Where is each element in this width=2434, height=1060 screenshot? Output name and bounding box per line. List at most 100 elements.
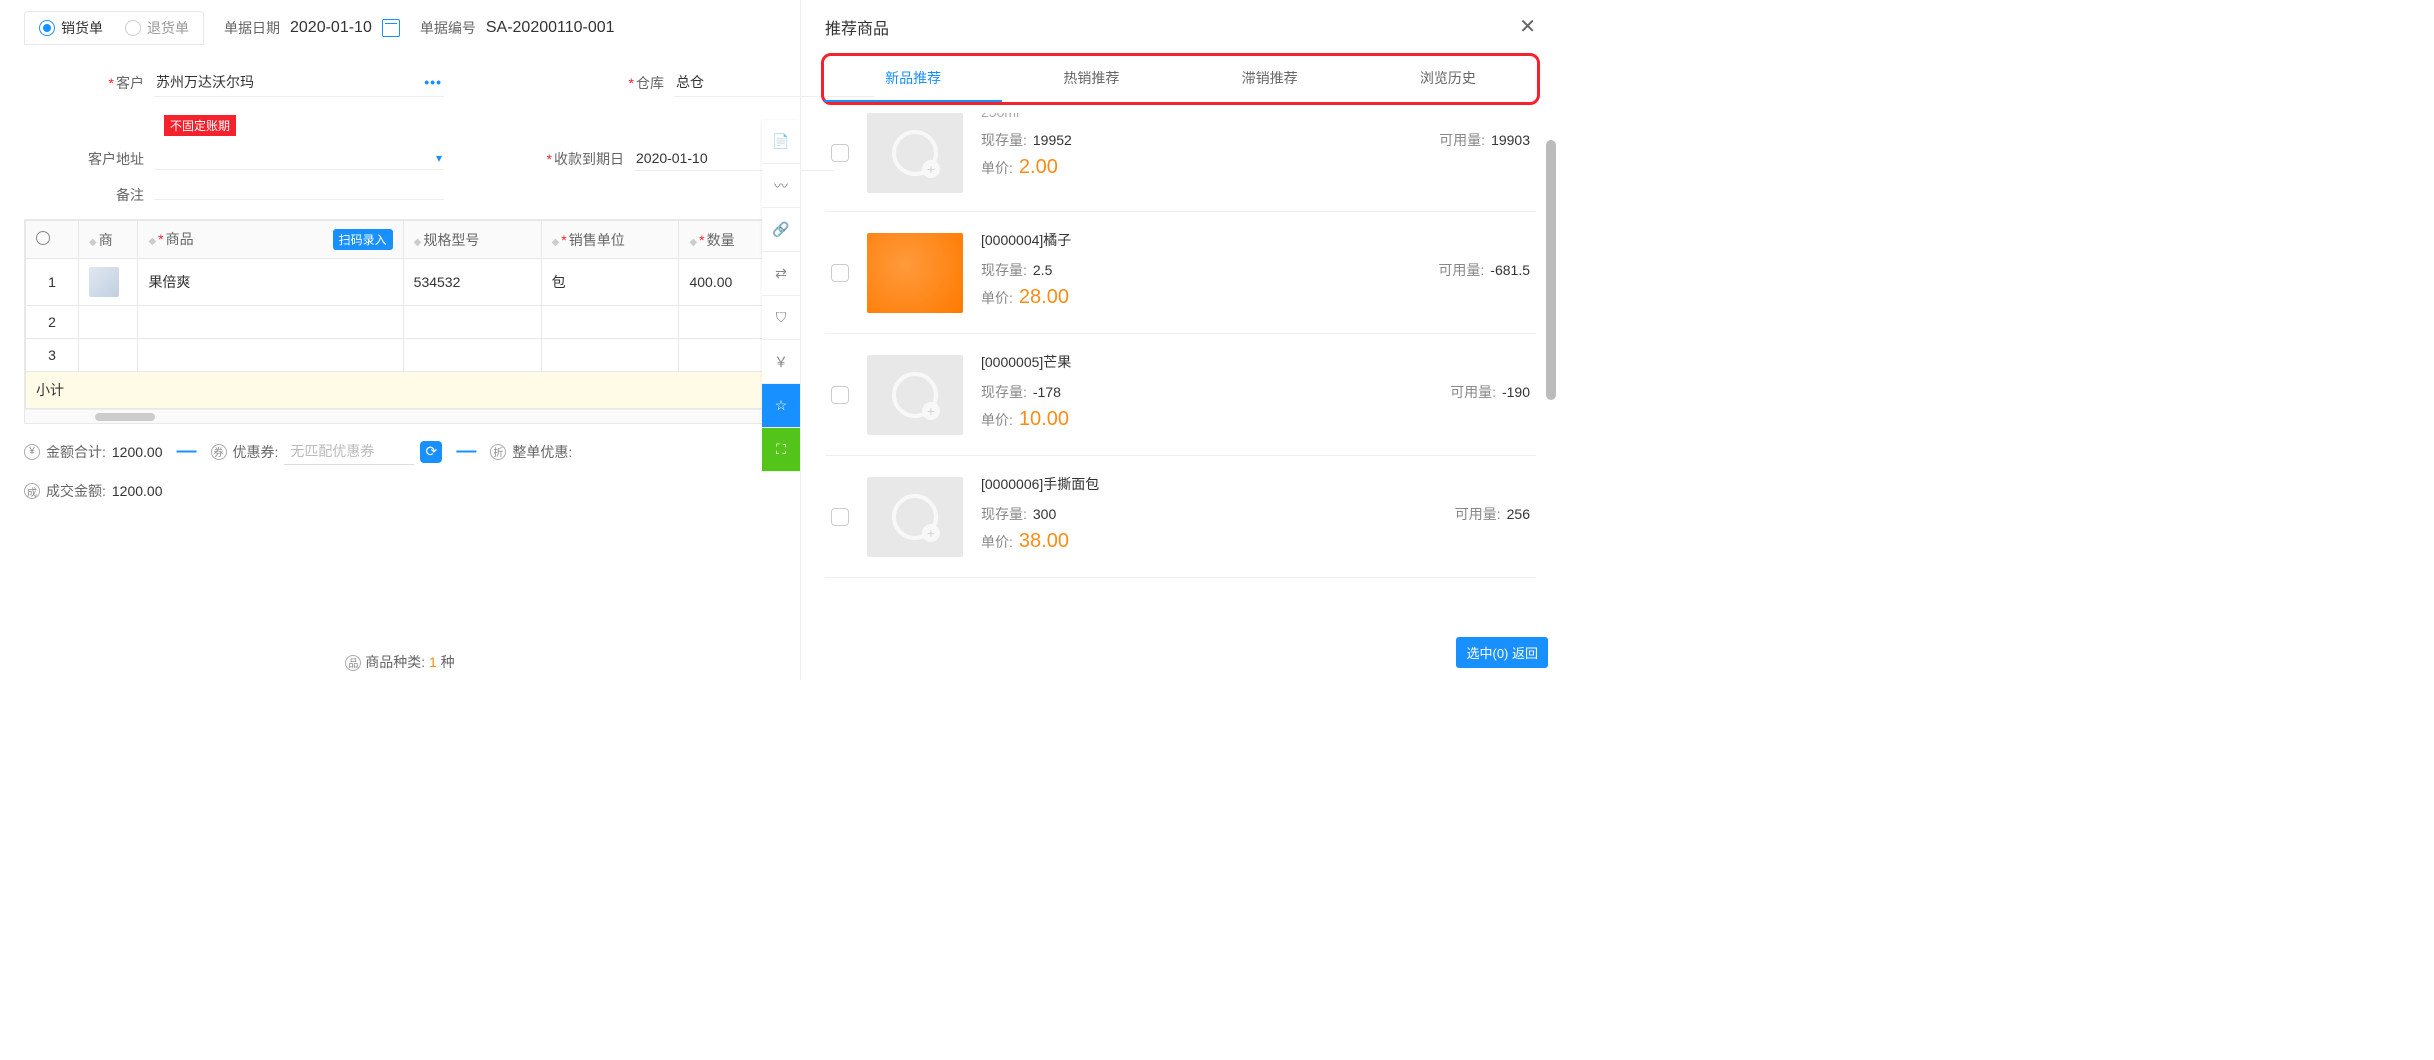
- list-item: [0000006]手撕面包 现存量:300可用量:256 单价:38.00: [825, 456, 1536, 578]
- cell-unit[interactable]: 包: [541, 259, 679, 306]
- chevron-down-icon[interactable]: ▾: [436, 151, 442, 165]
- minus-icon: —: [456, 440, 476, 463]
- shield-icon[interactable]: ⛉: [762, 296, 800, 340]
- kind-label: 商品种类:: [365, 654, 425, 670]
- warehouse-label: 仓库: [636, 75, 664, 91]
- addr-input[interactable]: ▾: [154, 147, 444, 170]
- amount-value: 1200.00: [112, 444, 163, 460]
- tab-sales[interactable]: 销货单: [39, 18, 103, 38]
- link-icon[interactable]: 🔗: [762, 208, 800, 252]
- cell-product[interactable]: 果倍爽: [138, 259, 403, 306]
- customer-value: 苏州万达沃尔玛: [156, 72, 254, 92]
- note-icon[interactable]: 📄: [762, 120, 800, 164]
- doc-no-field: 单据编号 SA-20200110-001: [420, 18, 615, 38]
- select-return-button[interactable]: 选中(0) 返回: [1456, 637, 1548, 668]
- tab-hot[interactable]: 热销推荐: [1002, 56, 1180, 102]
- doc-type-tabs: 销货单 退货单: [24, 11, 204, 45]
- tab-history[interactable]: 浏览历史: [1359, 56, 1537, 102]
- deal-icon: 成: [24, 483, 40, 499]
- doc-date-field: 单据日期 2020-01-10: [224, 18, 400, 38]
- kind-icon: 品: [345, 655, 361, 671]
- item-price: 38.00: [1019, 530, 1069, 552]
- gear-icon: [36, 231, 50, 245]
- product-image: [867, 477, 963, 557]
- recommend-panel: 推荐商品 ✕ 新品推荐 热销推荐 滞销推荐 浏览历史 250ml 现存量:199…: [800, 0, 1560, 680]
- kind-value: 1: [429, 654, 437, 670]
- coupon-input[interactable]: 无匹配优惠券: [284, 438, 414, 465]
- col-spec[interactable]: ◆规格型号: [403, 221, 541, 259]
- tab-sales-label: 销货单: [61, 18, 103, 38]
- recommend-tabs-highlight: 新品推荐 热销推荐 滞销推荐 浏览历史: [821, 53, 1540, 105]
- col-gear[interactable]: [26, 221, 79, 259]
- col-product[interactable]: ◆*商品扫码录入: [138, 221, 403, 259]
- item-price: 10.00: [1019, 408, 1069, 430]
- col-unit[interactable]: ◆*销售单位: [541, 221, 679, 259]
- refresh-icon[interactable]: ⟳: [420, 441, 442, 463]
- currency-icon[interactable]: ￥: [762, 340, 800, 384]
- amount-label: 金额合计:: [46, 442, 106, 462]
- tab-return[interactable]: 退货单: [125, 18, 189, 38]
- main-form: *客户 苏州万达沃尔玛••• *仓库 总仓 不固定账期 客户地址 ▾ *收款到期…: [24, 68, 776, 205]
- item-checkbox[interactable]: [831, 508, 849, 526]
- item-price: 28.00: [1019, 286, 1069, 308]
- tab-return-label: 退货单: [147, 18, 189, 38]
- customer-input[interactable]: 苏州万达沃尔玛 •••: [154, 68, 444, 97]
- items-grid: ◆商 ◆*商品扫码录入 ◆规格型号 ◆*销售单位 ◆*数量 1 果倍爽 5345…: [24, 219, 776, 424]
- tab-slow[interactable]: 滞销推荐: [1181, 56, 1359, 102]
- doc-no-label: 单据编号: [420, 18, 476, 38]
- item-name: 250ml: [981, 113, 1530, 120]
- coupon-icon: 券: [211, 444, 227, 460]
- subtotal-row: 小计: [26, 372, 775, 409]
- deal-label: 成交金额:: [46, 481, 106, 501]
- doc-date-label: 单据日期: [224, 18, 280, 38]
- tab-new[interactable]: 新品推荐: [824, 56, 1002, 102]
- side-toolbar: 📄 〰 🔗 ⇄ ⛉ ￥ ☆ ⛶: [762, 120, 800, 472]
- customer-label: 客户: [116, 75, 144, 91]
- list-item: 250ml 现存量:19952可用量:19903 单价:2.00: [825, 113, 1536, 212]
- customer-picker-icon[interactable]: •••: [424, 74, 442, 90]
- item-checkbox[interactable]: [831, 144, 849, 162]
- item-checkbox[interactable]: [831, 386, 849, 404]
- remark-input[interactable]: [154, 191, 444, 200]
- v-scrollbar[interactable]: [1546, 140, 1556, 400]
- item-checkbox[interactable]: [831, 264, 849, 282]
- close-icon[interactable]: ✕: [1519, 14, 1536, 39]
- addr-label: 客户地址: [88, 151, 144, 167]
- product-thumb: [89, 267, 119, 297]
- list-item: [0000005]芒果 现存量:-178可用量:-190 单价:10.00: [825, 334, 1536, 456]
- scan-button[interactable]: 扫码录入: [333, 229, 393, 250]
- recommend-list[interactable]: 250ml 现存量:19952可用量:19903 单价:2.00 [000000…: [801, 113, 1560, 680]
- remark-label: 备注: [116, 187, 144, 203]
- cell-qty[interactable]: 400.00: [679, 259, 775, 306]
- list-item: [0000004]橘子 现存量:2.5可用量:-681.5 单价:28.00: [825, 212, 1536, 334]
- swap-icon[interactable]: ⇄: [762, 252, 800, 296]
- col-qty[interactable]: ◆*数量: [679, 221, 775, 259]
- totals-row: ¥金额合计:1200.00 — 券优惠券:无匹配优惠券⟳ — 折整单优惠:: [24, 438, 776, 465]
- footer-summary: 品 商品种类: 1 种: [0, 652, 800, 672]
- kind-suffix: 种: [441, 654, 455, 670]
- warehouse-value: 总仓: [676, 72, 704, 92]
- product-image: [867, 355, 963, 435]
- panel-title: 推荐商品: [825, 15, 889, 39]
- table-row[interactable]: 3: [26, 339, 775, 372]
- expand-icon[interactable]: ⛶: [762, 428, 800, 472]
- item-name: [0000006]手撕面包: [981, 474, 1530, 494]
- table-row[interactable]: 1 果倍爽 534532 包 400.00: [26, 259, 775, 306]
- discount-icon: 折: [490, 444, 506, 460]
- discount-label: 整单优惠:: [512, 442, 572, 462]
- col-brand[interactable]: ◆商: [79, 221, 138, 259]
- table-row[interactable]: 2: [26, 306, 775, 339]
- item-name: [0000004]橘子: [981, 230, 1530, 250]
- chart-icon[interactable]: 〰: [762, 164, 800, 208]
- doc-date-value[interactable]: 2020-01-10: [290, 19, 372, 37]
- doc-no-value: SA-20200110-001: [486, 19, 615, 37]
- product-image: [867, 113, 963, 193]
- term-badge: 不固定账期: [164, 115, 236, 136]
- calendar-icon[interactable]: [382, 19, 400, 37]
- h-scrollbar[interactable]: [25, 409, 775, 423]
- item-name: [0000005]芒果: [981, 352, 1530, 372]
- star-icon[interactable]: ☆: [762, 384, 800, 428]
- due-value: 2020-01-10: [636, 150, 708, 166]
- deal-value: 1200.00: [112, 483, 163, 499]
- cell-spec[interactable]: 534532: [403, 259, 541, 306]
